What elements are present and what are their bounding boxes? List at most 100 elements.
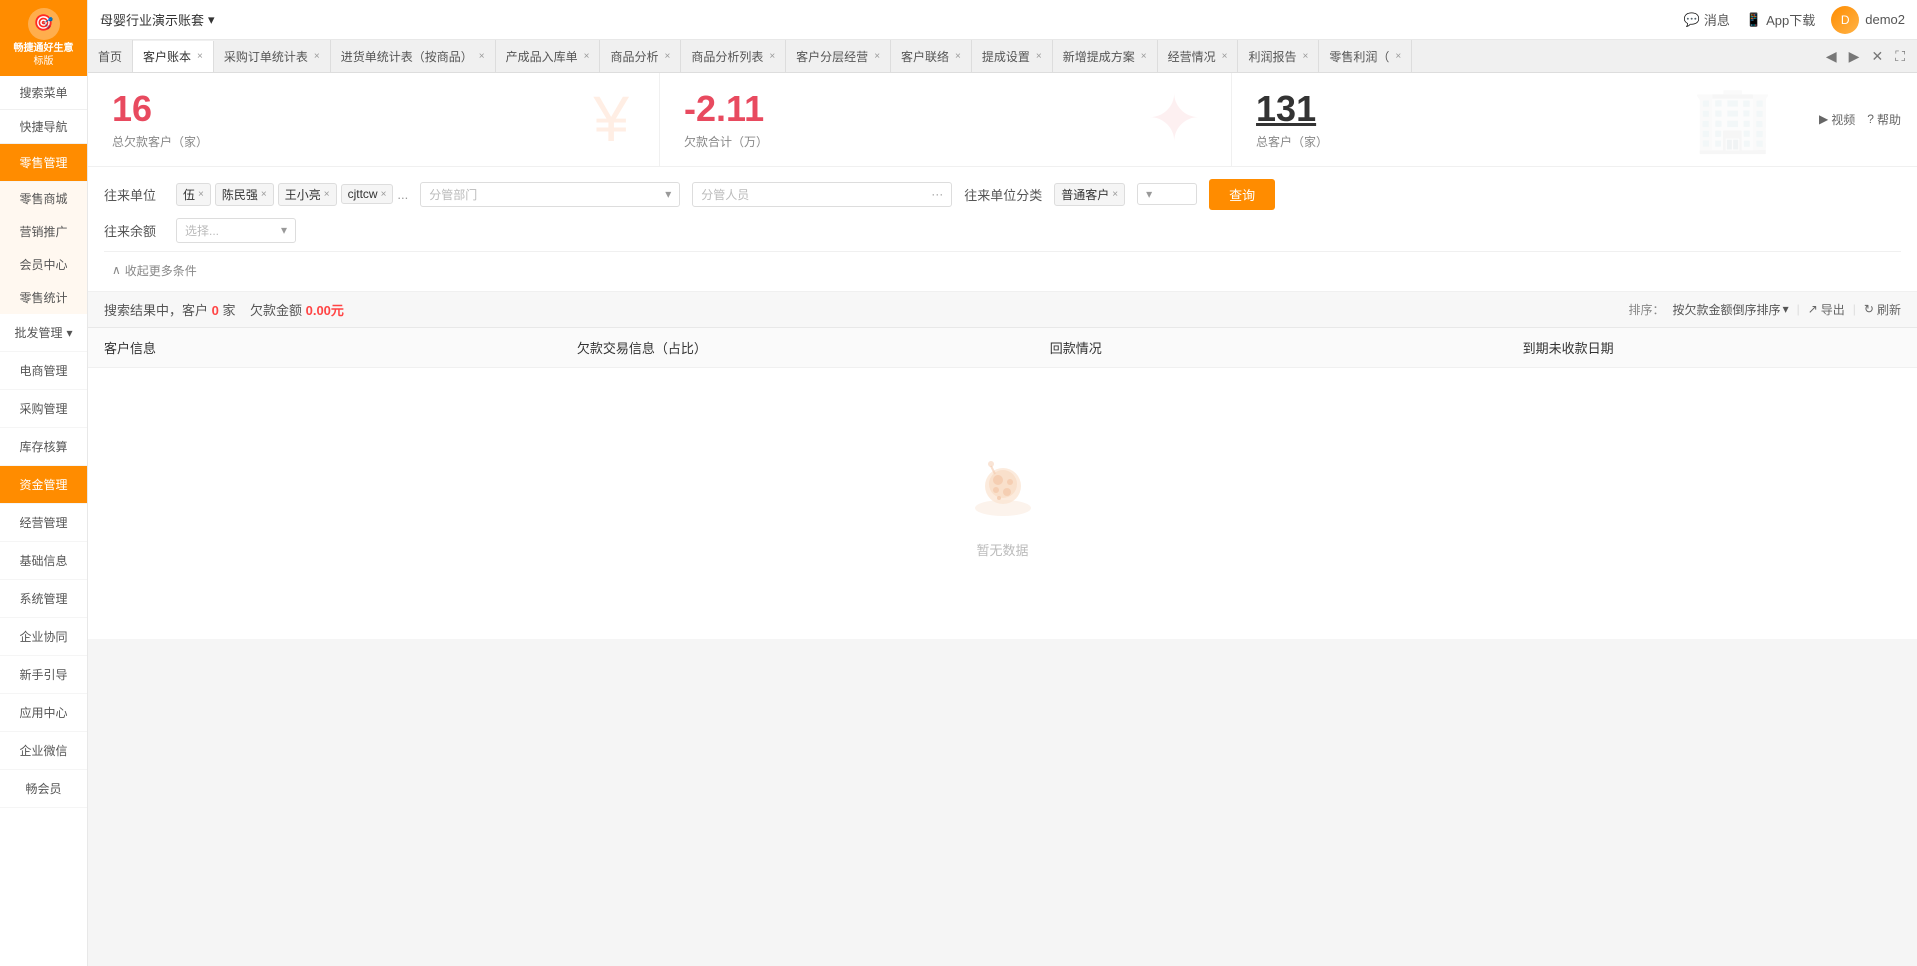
stat-block-debt: ✦ -2.11 欠款合计（万） bbox=[659, 73, 1231, 166]
remove-tag-wu[interactable]: × bbox=[198, 189, 204, 200]
sidebar-item-operations[interactable]: 经营管理 bbox=[0, 504, 87, 542]
tab-new-promotion[interactable]: 新增提成方案 × bbox=[1053, 40, 1158, 72]
quick-nav[interactable]: 快捷导航 bbox=[0, 110, 87, 144]
tab-promotion-settings[interactable]: 提成设置 × bbox=[972, 40, 1053, 72]
remove-tag-chen[interactable]: × bbox=[261, 189, 267, 200]
category-select[interactable]: ▾ bbox=[1137, 183, 1197, 205]
tab-production-entry[interactable]: 产成品入库单 × bbox=[496, 40, 601, 72]
balance-select[interactable]: 选择... ▾ bbox=[176, 218, 296, 243]
sidebar-item-retail-stats[interactable]: 零售统计 bbox=[0, 281, 87, 314]
sidebar-item-marketing[interactable]: 营销推广 bbox=[0, 215, 87, 248]
help-icon: ? bbox=[1867, 112, 1874, 126]
sidebar-item-batch[interactable]: 批发管理 ▾ bbox=[0, 314, 87, 352]
logo-icon: 🎯 bbox=[28, 8, 60, 40]
close-tab-promotion-settings[interactable]: × bbox=[1036, 51, 1042, 62]
sidebar-item-retail[interactable]: 零售管理 bbox=[0, 144, 87, 182]
collapse-btn[interactable]: ∧ 收起更多条件 bbox=[104, 258, 1901, 283]
filter-tag-cjttcw[interactable]: cjttcw × bbox=[341, 184, 394, 204]
col-header-repay: 回款情况 bbox=[1050, 338, 1523, 357]
close-tab-retail-profit[interactable]: × bbox=[1395, 51, 1401, 62]
close-tab-operation-status[interactable]: × bbox=[1222, 51, 1228, 62]
export-btn[interactable]: ↗ 导出 bbox=[1808, 301, 1845, 318]
close-tab-customer-ledger[interactable]: × bbox=[197, 51, 203, 62]
close-tab-goods-analysis[interactable]: × bbox=[664, 51, 670, 62]
tab-goods-analysis[interactable]: 商品分析 × bbox=[600, 40, 681, 72]
tab-bar: 首页 客户账本 × 采购订单统计表 × 进货单统计表（按商品） × 产成品入库单… bbox=[88, 40, 1917, 73]
debt-bg-icon: ✦ bbox=[1147, 82, 1201, 157]
close-tab-new-promotion[interactable]: × bbox=[1141, 51, 1147, 62]
sidebar-item-basic[interactable]: 基础信息 bbox=[0, 542, 87, 580]
balance-label: 往来余额 bbox=[104, 221, 164, 240]
filter-more-tags[interactable]: ... bbox=[397, 187, 408, 202]
tab-fullscreen-btn[interactable]: ⛶ bbox=[1891, 46, 1909, 67]
stat-block-total-customers: 🏢 131 总客户（家） bbox=[1231, 73, 1803, 166]
sidebar-item-purchase[interactable]: 采购管理 bbox=[0, 390, 87, 428]
close-tab-customer-contact[interactable]: × bbox=[955, 51, 961, 62]
tab-purchase-order[interactable]: 采购订单统计表 × bbox=[214, 40, 331, 72]
tab-prev-btn[interactable]: ◀ bbox=[1822, 46, 1841, 67]
debt-total-label: 欠款合计（万） bbox=[684, 133, 768, 150]
empty-icon bbox=[963, 448, 1043, 528]
tab-customer-contact[interactable]: 客户联络 × bbox=[891, 40, 972, 72]
sidebar-item-newbie[interactable]: 新手引导 bbox=[0, 656, 87, 694]
close-tab-customer-segment[interactable]: × bbox=[874, 51, 880, 62]
close-tab-goods-analysis-list[interactable]: × bbox=[769, 51, 775, 62]
remove-tag-wang[interactable]: × bbox=[324, 189, 330, 200]
video-link[interactable]: ▶ 视频 bbox=[1819, 111, 1855, 128]
tab-retail-profit[interactable]: 零售利润（ × bbox=[1319, 40, 1412, 72]
filter-tag-chen[interactable]: 陈民强 × bbox=[215, 183, 274, 206]
tab-close-all-btn[interactable]: ✕ bbox=[1867, 46, 1887, 67]
dept-select[interactable]: 分管部门 ▾ bbox=[420, 182, 680, 207]
sidebar-item-enterprise[interactable]: 企业协同 bbox=[0, 618, 87, 656]
help-link[interactable]: ? 帮助 bbox=[1867, 111, 1901, 128]
message-btn[interactable]: 💬 消息 bbox=[1684, 10, 1730, 29]
filter-row-1: 往来单位 伍 × 陈民强 × 王小亮 × cjttcw bbox=[104, 179, 1901, 210]
sidebar-item-retail-mall[interactable]: 零售商城 bbox=[0, 182, 87, 215]
sidebar: 🎯 畅捷通好生意 标版 搜索菜单 快捷导航 零售管理 零售商城 营销推广 会员中… bbox=[0, 0, 88, 966]
filter-tag-wu[interactable]: 伍 × bbox=[176, 183, 211, 206]
category-tag-normal[interactable]: 普通客户 × bbox=[1054, 183, 1125, 206]
account-selector[interactable]: 母婴行业演示账套 ▾ bbox=[100, 10, 215, 29]
person-input[interactable]: 分管人员 ··· bbox=[692, 182, 952, 207]
avatar: D bbox=[1831, 6, 1859, 34]
stat-block-customers: ¥ 16 总欠款客户（家） bbox=[88, 73, 659, 166]
selector-arrow-icon: ▾ bbox=[208, 12, 215, 28]
query-button[interactable]: 查询 bbox=[1209, 179, 1275, 210]
remove-tag-cjttcw[interactable]: × bbox=[381, 189, 387, 200]
tab-home[interactable]: 首页 bbox=[88, 40, 133, 72]
close-tab-purchase-stats[interactable]: × bbox=[479, 51, 485, 62]
tab-customer-ledger[interactable]: 客户账本 × bbox=[133, 41, 214, 73]
close-tab-profit-report[interactable]: × bbox=[1302, 51, 1308, 62]
tab-customer-segment[interactable]: 客户分层经营 × bbox=[786, 40, 891, 72]
results-info: 搜索结果中，客户 0 家 欠款金额 0.00元 bbox=[104, 300, 344, 319]
logo-text: 畅捷通好生意 bbox=[14, 42, 74, 55]
remove-category-tag[interactable]: × bbox=[1112, 189, 1118, 200]
person-more-icon: ··· bbox=[931, 187, 943, 201]
sidebar-item-inventory[interactable]: 库存核算 bbox=[0, 428, 87, 466]
refresh-btn[interactable]: ↻ 刷新 bbox=[1864, 301, 1901, 318]
tab-next-btn[interactable]: ▶ bbox=[1845, 46, 1864, 67]
sidebar-item-finance[interactable]: 资金管理 bbox=[0, 466, 87, 504]
sort-select[interactable]: 按欠款金额倒序排序 ▾ bbox=[1673, 301, 1789, 318]
app-download-btn[interactable]: 📱 App下载 bbox=[1746, 10, 1815, 29]
sidebar-item-system[interactable]: 系统管理 bbox=[0, 580, 87, 618]
close-tab-purchase-order[interactable]: × bbox=[314, 51, 320, 62]
sidebar-item-wechat[interactable]: 企业微信 bbox=[0, 732, 87, 770]
sidebar-item-ecommerce[interactable]: 电商管理 bbox=[0, 352, 87, 390]
tab-purchase-stats[interactable]: 进货单统计表（按商品） × bbox=[331, 40, 496, 72]
total-customers-value: 16 bbox=[112, 89, 152, 129]
tab-operation-status[interactable]: 经营情况 × bbox=[1158, 40, 1239, 72]
sidebar-logo: 🎯 畅捷通好生意 标版 bbox=[0, 0, 87, 76]
sidebar-item-vip[interactable]: 畅会员 bbox=[0, 770, 87, 808]
results-bar: 搜索结果中，客户 0 家 欠款金额 0.00元 排序： 按欠款金额倒序排序 ▾ … bbox=[88, 292, 1917, 328]
user-menu[interactable]: D demo2 bbox=[1831, 6, 1905, 34]
filter-tag-wang[interactable]: 王小亮 × bbox=[278, 183, 337, 206]
sidebar-item-app-center[interactable]: 应用中心 bbox=[0, 694, 87, 732]
search-menu[interactable]: 搜索菜单 bbox=[0, 76, 87, 110]
col-header-debt: 欠款交易信息（占比） bbox=[577, 338, 1050, 357]
tab-goods-analysis-list[interactable]: 商品分析列表 × bbox=[681, 40, 786, 72]
sidebar-item-member[interactable]: 会员中心 bbox=[0, 248, 87, 281]
col-header-customer: 客户信息 bbox=[104, 338, 577, 357]
close-tab-production-entry[interactable]: × bbox=[584, 51, 590, 62]
tab-profit-report[interactable]: 利润报告 × bbox=[1238, 40, 1319, 72]
